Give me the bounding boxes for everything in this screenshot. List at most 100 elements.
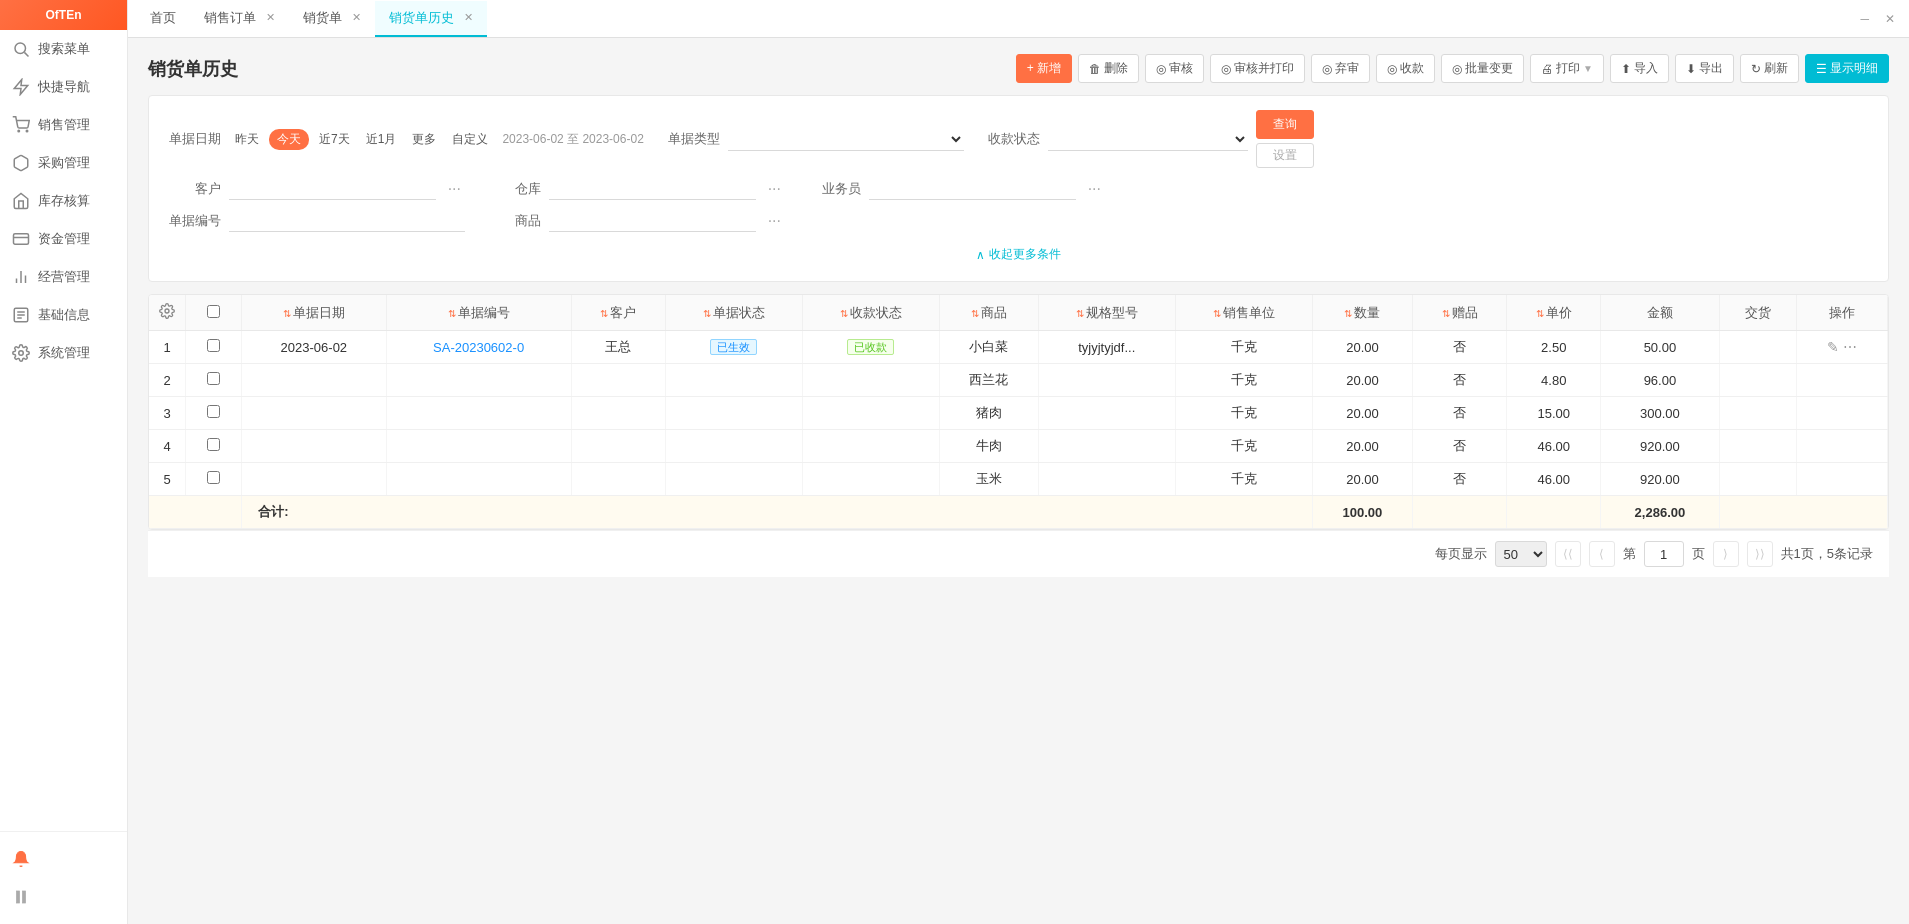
pagination: 每页显示 50 100 200 ⟨⟨ ⟨ 第 页 ⟩ ⟩⟩ 共1页，5条记录 [148, 530, 1889, 577]
col-spec-type[interactable]: ⇅规格型号 [1038, 295, 1175, 331]
row-checkbox[interactable] [186, 364, 242, 397]
doc-number-link[interactable]: SA-20230602-0 [433, 340, 524, 355]
row-trade [1719, 364, 1797, 397]
total-label [149, 496, 242, 529]
sidebar-item-finance[interactable]: 资金管理 [0, 220, 127, 258]
filter-doc-number-input[interactable] [229, 210, 465, 232]
btn-show-detail[interactable]: ☰ 显示明细 [1805, 54, 1889, 83]
row-checkbox[interactable] [186, 397, 242, 430]
page-next-btn[interactable]: ⟩ [1713, 541, 1739, 567]
filter-customer-input[interactable] [229, 178, 436, 200]
filter-goods-dots[interactable]: ··· [764, 212, 785, 230]
page-first-btn[interactable]: ⟨⟨ [1555, 541, 1581, 567]
filter-warehouse-input[interactable] [549, 178, 756, 200]
filter-doc-type-select[interactable] [728, 127, 964, 151]
col-collect-status[interactable]: ⇅收款状态 [802, 295, 939, 331]
col-settings[interactable] [149, 295, 186, 331]
row-sales-unit: 千克 [1175, 397, 1312, 430]
row-checkbox[interactable] [186, 463, 242, 496]
sidebar-item-sys-mgmt[interactable]: 系统管理 [0, 334, 127, 372]
total-unit-price [1507, 496, 1601, 529]
sidebar-item-basic-info[interactable]: 基础信息 [0, 296, 127, 334]
table-row: 3猪肉千克20.00否15.00300.00 [149, 397, 1888, 430]
col-goods[interactable]: ⇅商品 [939, 295, 1038, 331]
filter-customer-dots[interactable]: ··· [444, 180, 465, 198]
btn-settings[interactable]: 设置 [1256, 143, 1314, 168]
more-icon[interactable]: ⋯ [1841, 337, 1859, 357]
bell-icon [12, 850, 30, 868]
select-all-checkbox[interactable] [207, 305, 220, 318]
tab-close-sales-order[interactable]: ✕ [266, 11, 275, 24]
btn-audit[interactable]: ◎ 审核 [1145, 54, 1204, 83]
row-checkbox[interactable] [186, 331, 242, 364]
col-unit-price[interactable]: ⇅单价 [1507, 295, 1601, 331]
btn-collect[interactable]: ◎ 收款 [1376, 54, 1435, 83]
btn-export[interactable]: ⬇ 导出 [1675, 54, 1734, 83]
sidebar-item-quick-nav[interactable]: 快捷导航 [0, 68, 127, 106]
sidebar-notifications[interactable] [0, 840, 127, 878]
col-gift[interactable]: ⇅赠品 [1413, 295, 1507, 331]
row-doc-number [386, 463, 571, 496]
page-size-select[interactable]: 50 100 200 [1495, 541, 1547, 567]
tab-home[interactable]: 首页 [136, 1, 190, 37]
date-btn-more[interactable]: 更多 [406, 129, 442, 150]
tab-sales-delivery[interactable]: 销货单 ✕ [289, 1, 375, 37]
row-checkbox[interactable] [186, 430, 242, 463]
sidebar-item-ops-mgmt[interactable]: 经营管理 [0, 258, 127, 296]
row-collect-status: 已收款 [802, 331, 939, 364]
col-customer[interactable]: ⇅客户 [571, 295, 665, 331]
row-sales-unit: 千克 [1175, 463, 1312, 496]
date-btn-custom[interactable]: 自定义 [446, 129, 494, 150]
sidebar-item-sales-mgmt[interactable]: 销售管理 [0, 106, 127, 144]
row-num: 1 [149, 331, 186, 364]
sidebar-item-purchase-mgmt[interactable]: 采购管理 [0, 144, 127, 182]
btn-query[interactable]: 查询 [1256, 110, 1314, 139]
edit-icon[interactable]: ✎ [1825, 337, 1841, 357]
window-close[interactable]: ✕ [1879, 12, 1901, 26]
filter-goods-input[interactable] [549, 210, 756, 232]
window-minimize[interactable]: ─ [1854, 12, 1875, 26]
table-body: 12023-06-02SA-20230602-0王总已生效已收款小白菜tyjyj… [149, 331, 1888, 496]
row-num: 4 [149, 430, 186, 463]
row-doc-date [242, 463, 386, 496]
collapse-btn[interactable]: ∧ 收起更多条件 [165, 242, 1872, 267]
sidebar-item-inventory[interactable]: 库存核算 [0, 182, 127, 220]
col-doc-date[interactable]: ⇅单据日期 [242, 295, 386, 331]
date-btn-7days[interactable]: 近7天 [313, 129, 356, 150]
sidebar-logo: OfTEn [0, 0, 127, 30]
tab-close-sales-delivery[interactable]: ✕ [352, 11, 361, 24]
date-btn-yesterday[interactable]: 昨天 [229, 129, 265, 150]
col-doc-status[interactable]: ⇅单据状态 [665, 295, 802, 331]
col-doc-number[interactable]: ⇅单据编号 [386, 295, 571, 331]
row-sales-unit: 千克 [1175, 331, 1312, 364]
btn-print[interactable]: 🖨 打印 ▼ [1530, 54, 1604, 83]
tab-close-sales-history[interactable]: ✕ [464, 11, 473, 24]
btn-refresh[interactable]: ↻ 刷新 [1740, 54, 1799, 83]
filter-collect-status-select[interactable] [1048, 127, 1248, 151]
btn-import[interactable]: ⬆ 导入 [1610, 54, 1669, 83]
col-qty[interactable]: ⇅数量 [1312, 295, 1412, 331]
row-unit-price: 15.00 [1507, 397, 1601, 430]
page-number-input[interactable] [1644, 541, 1684, 567]
row-doc-date: 2023-06-02 [242, 331, 386, 364]
col-checkbox-header[interactable] [186, 295, 242, 331]
btn-batch-change[interactable]: ◎ 批量变更 [1441, 54, 1524, 83]
btn-new[interactable]: + 新增 [1016, 54, 1072, 83]
page-last-btn[interactable]: ⟩⟩ [1747, 541, 1773, 567]
pause-icon [12, 888, 30, 906]
btn-abandon[interactable]: ◎ 弃审 [1311, 54, 1370, 83]
page-prev-btn[interactable]: ⟨ [1589, 541, 1615, 567]
btn-audit-print[interactable]: ◎ 审核并打印 [1210, 54, 1305, 83]
filter-warehouse-dots[interactable]: ··· [764, 180, 785, 198]
btn-delete[interactable]: 🗑 删除 [1078, 54, 1139, 83]
date-btn-today[interactable]: 今天 [269, 129, 309, 150]
filter-salesperson-dots[interactable]: ··· [1084, 180, 1105, 198]
sidebar-pause[interactable] [0, 878, 127, 916]
col-action: 操作 [1797, 295, 1888, 331]
col-sales-unit[interactable]: ⇅销售单位 [1175, 295, 1312, 331]
date-btn-1month[interactable]: 近1月 [360, 129, 403, 150]
sidebar-item-search-menu[interactable]: 搜索菜单 [0, 30, 127, 68]
filter-salesperson-input[interactable] [869, 178, 1076, 200]
tab-sales-history[interactable]: 销货单历史 ✕ [375, 1, 487, 37]
tab-sales-order[interactable]: 销售订单 ✕ [190, 1, 289, 37]
